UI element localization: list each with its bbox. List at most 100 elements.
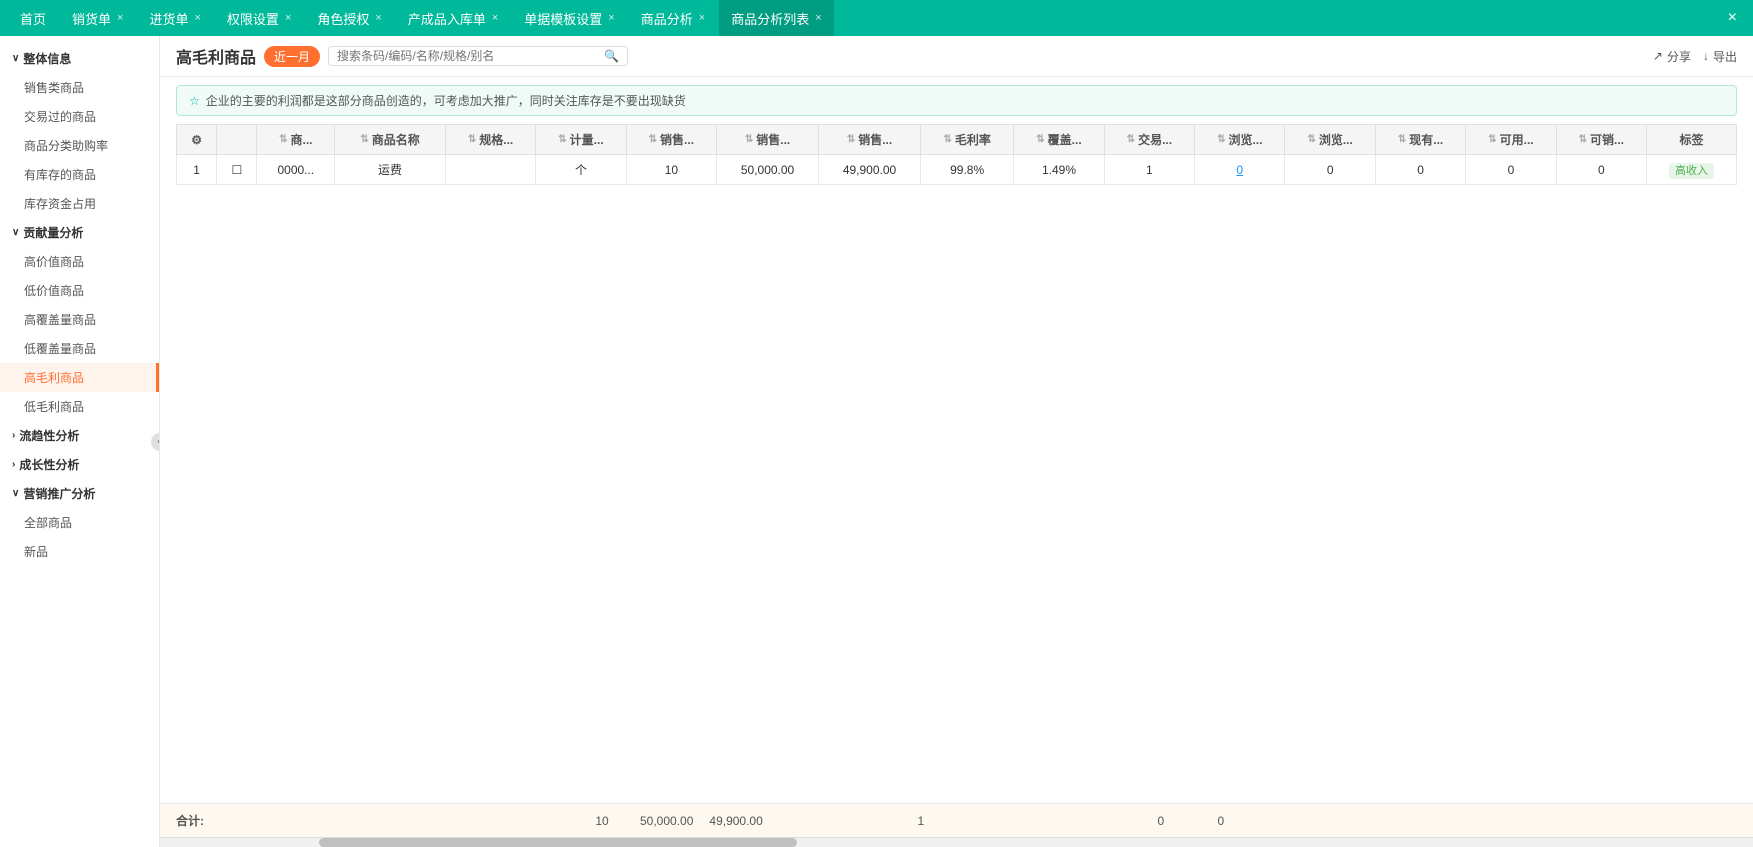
- sort-icon-unit: ⇅: [558, 134, 566, 145]
- window-close-button[interactable]: ×: [1720, 9, 1745, 27]
- search-input[interactable]: [337, 49, 600, 63]
- sidebar-group-arrow-2: ›: [12, 430, 15, 441]
- nav-item-6[interactable]: 单据模板设置 ×: [512, 0, 626, 36]
- nav-item-0[interactable]: 首页: [8, 0, 58, 36]
- main-layout: « ∨整体信息销售类商品交易过的商品商品分类助购率有库存的商品库存资金占用∨贡献…: [0, 36, 1753, 847]
- sort-icon-current_stock: ⇅: [1398, 134, 1406, 145]
- footer-cell-6: 10: [572, 814, 632, 828]
- sidebar-group-4[interactable]: ∨营销推广分析: [0, 479, 159, 508]
- sidebar-item-1-5[interactable]: 低毛利商品: [0, 392, 159, 421]
- sidebar-group-label-0: 整体信息: [23, 50, 71, 67]
- sort-icon-browse1: ⇅: [1217, 134, 1225, 145]
- sidebar-group-arrow-0: ∨: [12, 53, 19, 64]
- footer-cell-17: [1251, 814, 1311, 828]
- cell-code: 0000...: [257, 155, 335, 185]
- sidebar-item-4-0[interactable]: 全部商品: [0, 508, 159, 537]
- scrollbar-thumb[interactable]: [319, 838, 797, 847]
- col-header-browse1[interactable]: ⇅浏览...: [1195, 125, 1285, 155]
- sort-icon-name: ⇅: [360, 134, 368, 145]
- sidebar-group-0[interactable]: ∨ 整体信息: [0, 44, 159, 73]
- cell-index: 1: [177, 155, 217, 185]
- nav-close-icon-6[interactable]: ×: [608, 12, 614, 24]
- col-header-spec[interactable]: ⇅规格...: [445, 125, 535, 155]
- nav-close-icon-8[interactable]: ×: [815, 12, 821, 24]
- bottom-scrollbar[interactable]: [160, 837, 1753, 847]
- col-header-browse2[interactable]: ⇅浏览...: [1285, 125, 1375, 155]
- nav-item-7[interactable]: 商品分析 ×: [629, 0, 717, 36]
- cell-tag: 高收入: [1647, 155, 1737, 185]
- sidebar-item-1-0[interactable]: 高价值商品: [0, 247, 159, 276]
- col-header-gross_margin[interactable]: ⇅毛利率: [921, 125, 1014, 155]
- sidebar-item-0-2[interactable]: 商品分类助购率: [0, 131, 159, 160]
- sort-icon-trade: ⇅: [1127, 134, 1135, 145]
- footer-cell-11: 1: [891, 814, 951, 828]
- nav-item-8[interactable]: 商品分析列表 ×: [719, 0, 833, 36]
- browse-link[interactable]: 0: [1236, 163, 1243, 177]
- footer-cell-0: [212, 814, 272, 828]
- sidebar-item-1-1[interactable]: 低价值商品: [0, 276, 159, 305]
- sidebar-group-arrow-3: ›: [12, 459, 15, 470]
- nav-item-1[interactable]: 销货单 ×: [60, 0, 135, 36]
- cell-sales_cost: 49,900.00: [819, 155, 921, 185]
- footer-bar: 合计: 1050,000.0049,900.00100: [160, 803, 1753, 837]
- col-header-unit[interactable]: ⇅ 计量...: [536, 125, 626, 155]
- nav-close-icon-1[interactable]: ×: [117, 12, 123, 24]
- filter-recent-month-button[interactable]: 近一月: [264, 46, 320, 67]
- nav-close-icon-2[interactable]: ×: [194, 12, 200, 24]
- footer-cell-9: [771, 814, 831, 828]
- share-button[interactable]: ↗ 分享: [1653, 48, 1691, 65]
- sidebar-item-1-3[interactable]: 低覆盖量商品: [0, 334, 159, 363]
- nav-close-icon-3[interactable]: ×: [285, 12, 291, 24]
- content-area: 高毛利商品 近一月 🔍 ↗ 分享 ↓ 导出 ☆ 企业的主要的利润都是这部分: [160, 36, 1753, 847]
- search-icon[interactable]: 🔍: [604, 49, 619, 63]
- col-header-available[interactable]: ⇅可用...: [1466, 125, 1556, 155]
- col-header-sales_cost[interactable]: ⇅销售...: [819, 125, 921, 155]
- nav-close-icon-7[interactable]: ×: [699, 12, 705, 24]
- sidebar-item-0-4[interactable]: 库存资金占用: [0, 189, 159, 218]
- footer-cell-1: [272, 814, 332, 828]
- sidebar-item-0-0[interactable]: 销售类商品: [0, 73, 159, 102]
- col-header-coverage[interactable]: ⇅覆盖...: [1014, 125, 1104, 155]
- col-header-tag: 标签: [1647, 125, 1737, 155]
- nav-close-icon-5[interactable]: ×: [492, 12, 498, 24]
- nav-item-4[interactable]: 角色授权 ×: [305, 0, 393, 36]
- col-label-unit: 计量...: [570, 131, 604, 148]
- info-tip-text: 企业的主要的利润都是这部分商品创造的，可考虑加大推广，同时关注库存是不要出现缺货: [206, 92, 686, 109]
- nav-close-icon-4[interactable]: ×: [375, 12, 381, 24]
- col-header-saleable[interactable]: ⇅可销...: [1556, 125, 1646, 155]
- col-header-checkbox: [217, 125, 257, 155]
- col-label-sales_qty: 销售...: [660, 131, 694, 148]
- sidebar-group-label-2: 流趋性分析: [19, 427, 79, 444]
- col-header-current_stock[interactable]: ⇅现有...: [1375, 125, 1465, 155]
- tag-badge: 高收入: [1669, 163, 1714, 179]
- col-header-name[interactable]: ⇅商品名称: [335, 125, 446, 155]
- cell-checkbox[interactable]: ☐: [217, 155, 257, 185]
- sidebar-group-1[interactable]: ∨贡献量分析: [0, 218, 159, 247]
- nav-item-3[interactable]: 权限设置 ×: [215, 0, 303, 36]
- sidebar-item-4-1[interactable]: 新品: [0, 537, 159, 566]
- sidebar-group-2[interactable]: › 流趋性分析: [0, 421, 159, 450]
- sort-icon-spec: ⇅: [468, 134, 476, 145]
- cell-browse1[interactable]: 0: [1195, 155, 1285, 185]
- sidebar-group-3[interactable]: ›成长性分析: [0, 450, 159, 479]
- cell-available: 0: [1466, 155, 1556, 185]
- nav-item-5[interactable]: 产成品入库单 ×: [396, 0, 510, 36]
- col-label-code: 商...: [291, 131, 313, 148]
- nav-item-2[interactable]: 进货单 ×: [137, 0, 212, 36]
- col-header-sales_amount[interactable]: ⇅销售...: [717, 125, 819, 155]
- page-title: 高毛利商品: [176, 44, 256, 68]
- sidebar-item-1-4[interactable]: 高毛利商品: [0, 363, 159, 392]
- col-label-spec: 规格...: [479, 131, 513, 148]
- sidebar-item-0-1[interactable]: 交易过的商品: [0, 102, 159, 131]
- sidebar-item-1-2[interactable]: 高覆盖量商品: [0, 305, 159, 334]
- sidebar-item-0-3[interactable]: 有库存的商品: [0, 160, 159, 189]
- col-header-sales_qty[interactable]: ⇅销售...: [626, 125, 716, 155]
- export-button[interactable]: ↓ 导出: [1703, 48, 1737, 65]
- footer-cell-7: 50,000.00: [632, 814, 701, 828]
- col-header-trade[interactable]: ⇅交易...: [1104, 125, 1194, 155]
- tip-icon: ☆: [189, 94, 200, 108]
- sort-icon-sales_cost: ⇅: [847, 134, 855, 145]
- cell-unit: 个: [536, 155, 626, 185]
- sort-icon-code: ⇅: [279, 134, 287, 145]
- col-header-code[interactable]: ⇅ 商...: [257, 125, 335, 155]
